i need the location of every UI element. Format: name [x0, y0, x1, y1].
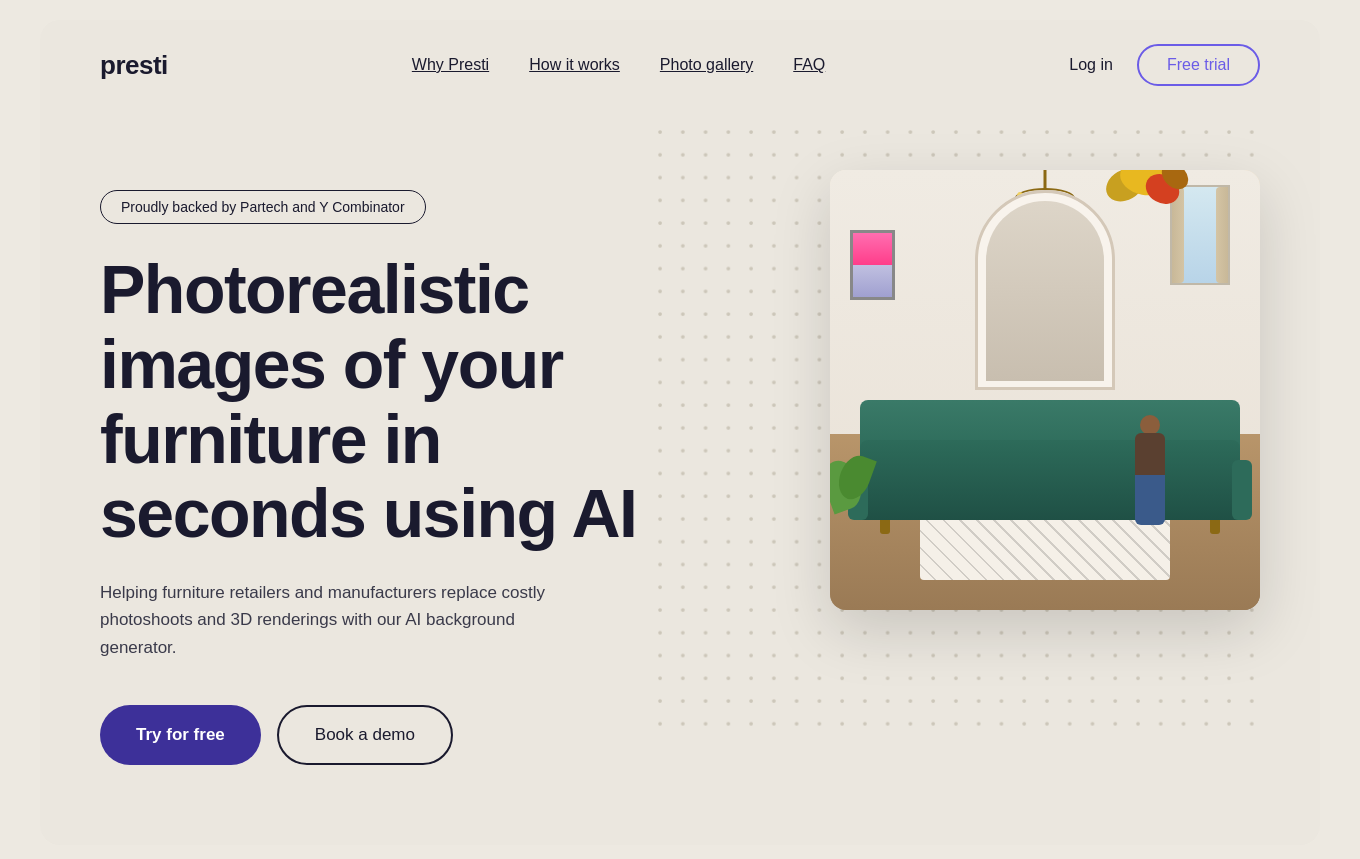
sofa-arm-right: [1232, 460, 1252, 520]
person-body: [1135, 433, 1165, 478]
book-demo-button[interactable]: Book a demo: [277, 705, 453, 765]
nav-link-why[interactable]: Why Presti: [412, 56, 489, 73]
navbar: presti Why Presti How it works Photo gal…: [40, 20, 1320, 110]
login-link[interactable]: Log in: [1069, 56, 1113, 74]
try-for-free-button[interactable]: Try for free: [100, 705, 261, 765]
room-arch: [975, 190, 1115, 390]
plant-bottom-left: [830, 450, 880, 530]
hero-section: Proudly backed by Partech and Y Combinat…: [40, 110, 1320, 845]
plant-top: [1100, 170, 1200, 240]
nav-link-gallery[interactable]: Photo gallery: [660, 56, 753, 73]
hero-buttons: Try for free Book a demo: [100, 705, 698, 765]
room-arch-inner: [986, 201, 1104, 381]
hero-left: Proudly backed by Partech and Y Combinat…: [100, 170, 738, 765]
person-head: [1140, 415, 1160, 435]
sofa-body: [860, 440, 1240, 520]
inner-card: presti Why Presti How it works Photo gal…: [40, 20, 1320, 845]
hero-subtitle: Helping furniture retailers and manufact…: [100, 579, 580, 661]
room-scene: [830, 170, 1260, 610]
page-wrapper: presti Why Presti How it works Photo gal…: [0, 20, 1360, 859]
nav-link-how[interactable]: How it works: [529, 56, 620, 73]
sofa-leg-2: [1210, 520, 1220, 534]
nav-free-trial-button[interactable]: Free trial: [1137, 44, 1260, 86]
logo: presti: [100, 50, 168, 81]
sofa-leg-1: [880, 520, 890, 534]
room-person: [1120, 415, 1180, 525]
nav-links: Why Presti How it works Photo gallery FA…: [412, 56, 825, 74]
hero-badge: Proudly backed by Partech and Y Combinat…: [100, 190, 426, 224]
sofa: [860, 400, 1240, 520]
nav-right: Log in Free trial: [1069, 44, 1260, 86]
hero-right: [738, 170, 1260, 610]
room-painting: [850, 230, 895, 300]
hero-image: [830, 170, 1260, 610]
nav-link-faq[interactable]: FAQ: [793, 56, 825, 73]
chandelier-stem: [1044, 170, 1047, 190]
person-legs: [1135, 475, 1165, 525]
curtain-right: [1216, 187, 1228, 283]
hero-title: Photorealistic images of your furniture …: [100, 252, 698, 551]
